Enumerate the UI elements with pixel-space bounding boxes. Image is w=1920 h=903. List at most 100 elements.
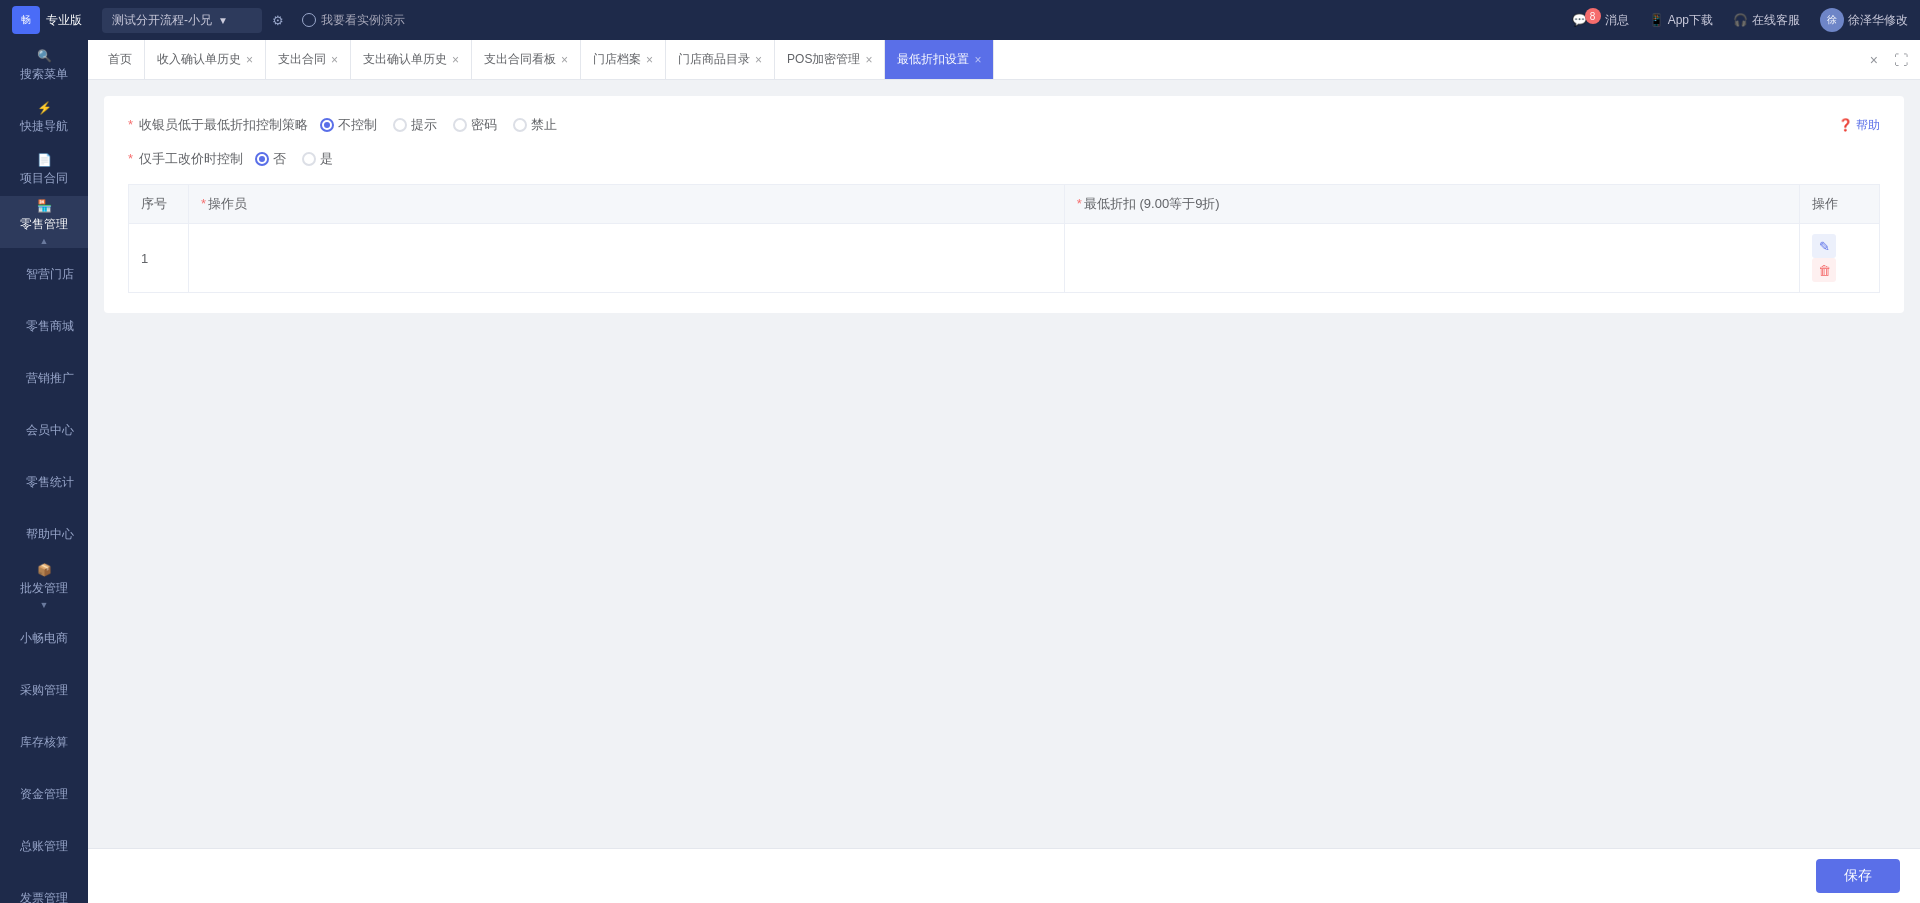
sidebar-item-label: 发票管理 <box>20 890 68 904</box>
sidebar-item-batch-manage[interactable]: 📦 批发管理 ▼ <box>0 560 88 612</box>
app-version-label: 专业版 <box>46 12 82 29</box>
settings-icon[interactable]: ⚙ <box>272 13 284 28</box>
sidebar-item-finance[interactable]: 资金管理 <box>0 768 88 820</box>
radio-prompt[interactable]: 提示 <box>393 116 437 134</box>
radio-yes[interactable]: 是 <box>302 150 333 168</box>
sidebar-item-label: 零售商城 <box>26 318 74 335</box>
radio-dot <box>324 122 330 128</box>
tab-close-icon[interactable]: × <box>755 53 762 67</box>
policy-form-row: * 收银员低于最低折扣控制策略 不控制 提示 <box>128 116 1880 134</box>
sidebar-item-retail-mall[interactable]: 零售商城 <box>0 300 88 352</box>
sidebar-item-invoice[interactable]: 发票管理 <box>0 872 88 903</box>
tab-label: 门店档案 <box>593 51 641 68</box>
form-card: * 收银员低于最低折扣控制策略 不控制 提示 <box>104 96 1904 313</box>
radio-no-control[interactable]: 不控制 <box>320 116 377 134</box>
batch-icon: 📦 <box>37 563 52 577</box>
tab-store-archive[interactable]: 门店档案 × <box>581 40 666 79</box>
tab-close-current-button[interactable]: × <box>1866 50 1882 70</box>
help-label: 帮助 <box>1856 117 1880 134</box>
sidebar-item-marketing[interactable]: 营销推广 <box>0 352 88 404</box>
radio-label: 提示 <box>411 116 437 134</box>
tab-payment-board[interactable]: 支出合同看板 × <box>472 40 581 79</box>
radio-circle <box>393 118 407 132</box>
sidebar-item-retail-manage[interactable]: 🏪 零售管理 ▲ <box>0 196 88 248</box>
table-header-row: 序号 *操作员 *最低折扣 (9.00等于9折) 操作 <box>129 185 1880 224</box>
table-body: 1 ✎ 🗑 <box>129 224 1880 293</box>
radio-label: 禁止 <box>531 116 557 134</box>
sidebar-item-label: 总账管理 <box>20 838 68 855</box>
tab-payment-confirm[interactable]: 支出确认单历史 × <box>351 40 472 79</box>
sidebar-item-help-center[interactable]: 帮助中心 <box>0 508 88 560</box>
edit-row-button[interactable]: ✎ <box>1812 234 1836 258</box>
radio-forbid[interactable]: 禁止 <box>513 116 557 134</box>
tab-payment-contract[interactable]: 支出合同 × <box>266 40 351 79</box>
tab-close-icon[interactable]: × <box>331 53 338 67</box>
tab-close-icon[interactable]: × <box>974 53 981 67</box>
sidebar-item-label: 库存核算 <box>20 734 68 751</box>
tab-close-icon[interactable]: × <box>646 53 653 67</box>
required-star: * <box>128 117 133 132</box>
user-menu-button[interactable]: 徐 徐泽华修改 <box>1820 8 1908 32</box>
sidebar-item-ecommerce[interactable]: 小畅电商 <box>0 612 88 664</box>
sidebar: 🔍 搜索菜单 ⚡ 快捷导航 📄 项目合同 🏪 零售管理 ▲ 智营门店 零售商城 … <box>0 40 88 903</box>
demo-label: 我要看实例演示 <box>321 12 405 29</box>
demo-circle-icon <box>302 13 316 27</box>
tab-close-icon[interactable]: × <box>246 53 253 67</box>
help-link[interactable]: ❓ 帮助 <box>1838 117 1880 134</box>
tab-close-icon[interactable]: × <box>865 53 872 67</box>
sidebar-item-shortcut[interactable]: ⚡ 快捷导航 <box>0 92 88 144</box>
radio-dot <box>259 156 265 162</box>
tab-close-icon[interactable]: × <box>561 53 568 67</box>
sidebar-item-purchase[interactable]: 采购管理 <box>0 664 88 716</box>
user-name: 徐泽华修改 <box>1848 12 1908 29</box>
required-star: * <box>128 151 133 166</box>
app-download-button[interactable]: 📱 App下载 <box>1649 12 1713 29</box>
tab-pos-pwd[interactable]: POS加密管理 × <box>775 40 885 79</box>
sidebar-item-label: 零售统计 <box>26 474 74 491</box>
sidebar-item-label: 会员中心 <box>26 422 74 439</box>
sidebar-item-label: 智营门店 <box>26 266 74 283</box>
top-bar-right: 💬 8 消息 📱 App下载 🎧 在线客服 徐 徐泽华修改 <box>1572 8 1908 32</box>
sidebar-item-member[interactable]: 会员中心 <box>0 404 88 456</box>
radio-label: 否 <box>273 150 286 168</box>
app-download-label: App下载 <box>1668 12 1713 29</box>
manual-form-row: * 仅手工改价时控制 否 是 <box>128 150 1880 168</box>
radio-no[interactable]: 否 <box>255 150 286 168</box>
tab-label: 支出确认单历史 <box>363 51 447 68</box>
sidebar-item-label: 批发管理 <box>20 580 68 597</box>
tab-expand-button[interactable]: ⛶ <box>1890 50 1912 70</box>
sidebar-item-smart-store[interactable]: 智营门店 <box>0 248 88 300</box>
content-area: 首页 收入确认单历史 × 支出合同 × 支出确认单历史 × 支出合同看板 × 门… <box>88 40 1920 903</box>
project-name: 测试分开流程-小兄 <box>112 12 212 29</box>
tab-income-confirm[interactable]: 收入确认单历史 × <box>145 40 266 79</box>
project-selector[interactable]: 测试分开流程-小兄 ▼ <box>102 8 262 33</box>
table-row: 1 ✎ 🗑 <box>129 224 1880 293</box>
tab-min-discount[interactable]: 最低折扣设置 × <box>885 40 994 79</box>
sidebar-item-label: 快捷导航 <box>20 118 68 135</box>
avatar-initials: 徐 <box>1827 13 1837 27</box>
sidebar-item-label: 资金管理 <box>20 786 68 803</box>
manual-label: * 仅手工改价时控制 <box>128 150 243 168</box>
radio-password[interactable]: 密码 <box>453 116 497 134</box>
tab-home[interactable]: 首页 <box>96 40 145 79</box>
cell-operator <box>189 224 1065 293</box>
save-button[interactable]: 保存 <box>1816 859 1900 893</box>
top-bar: 畅 专业版 测试分开流程-小兄 ▼ ⚙ 我要看实例演示 💬 8 消息 📱 App… <box>0 0 1920 40</box>
sidebar-item-search[interactable]: 🔍 搜索菜单 <box>0 40 88 92</box>
radio-circle <box>453 118 467 132</box>
sidebar-item-retail-stats[interactable]: 零售统计 <box>0 456 88 508</box>
cell-action: ✎ 🗑 <box>1800 224 1880 293</box>
tab-close-icon[interactable]: × <box>452 53 459 67</box>
message-button[interactable]: 💬 8 消息 <box>1572 12 1629 29</box>
tab-store-product[interactable]: 门店商品目录 × <box>666 40 775 79</box>
sidebar-item-inventory[interactable]: 库存核算 <box>0 716 88 768</box>
sidebar-item-label: 项目合同 <box>20 170 68 187</box>
radio-label: 不控制 <box>338 116 377 134</box>
sidebar-item-ledger[interactable]: 总账管理 <box>0 820 88 872</box>
online-support-button[interactable]: 🎧 在线客服 <box>1733 12 1800 29</box>
bottom-bar: 保存 <box>88 848 1920 903</box>
sidebar-item-project-contract[interactable]: 📄 项目合同 <box>0 144 88 196</box>
delete-row-button[interactable]: 🗑 <box>1812 258 1836 282</box>
demo-link[interactable]: 我要看实例演示 <box>302 12 405 29</box>
radio-circle <box>320 118 334 132</box>
